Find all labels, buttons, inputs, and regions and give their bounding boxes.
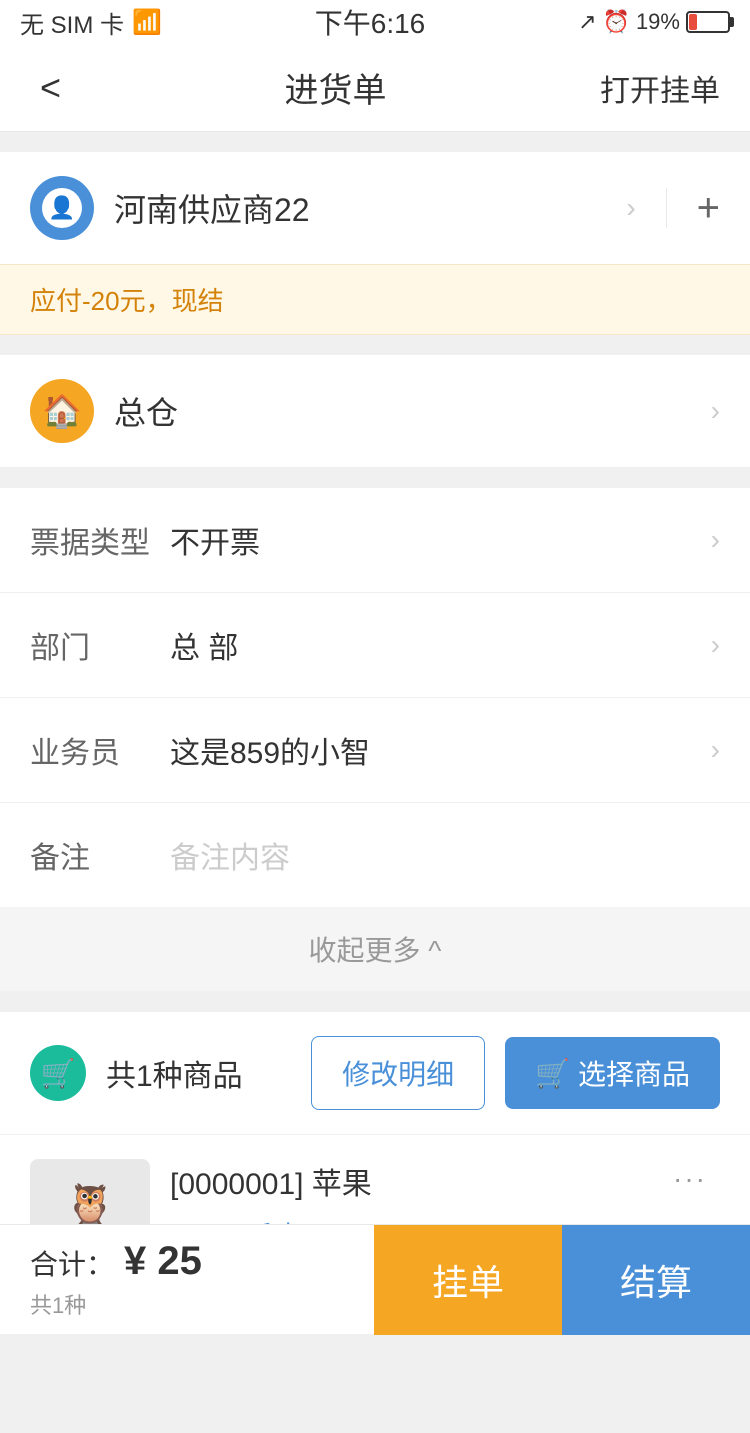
status-right: ↗ ⏰ 19% — [578, 9, 730, 35]
notice-text: 应付-20元，现结 — [30, 286, 224, 316]
collapse-bar[interactable]: 收起更多 ^ — [0, 907, 750, 991]
product-header: 🛒 共1种商品 修改明细 🛒 选择商品 — [0, 1011, 750, 1134]
checkout-label: 结算 — [620, 1254, 692, 1306]
invoice-label: 票据类型 — [30, 518, 170, 562]
suspend-label: 挂单 — [432, 1254, 504, 1306]
checkout-button[interactable]: 结算 — [562, 1225, 750, 1335]
invoice-chevron-icon: › — [711, 524, 720, 556]
section-gap-2 — [0, 335, 750, 355]
owl-icon: 🦉 — [65, 1181, 115, 1228]
suspend-button[interactable]: 挂单 — [374, 1225, 562, 1335]
select-product-label: 选择商品 — [578, 1053, 690, 1093]
back-button[interactable]: < — [30, 57, 71, 119]
product-name: [0000001] 苹果 — [170, 1159, 640, 1203]
supplier-row[interactable]: 👤 河南供应商22 › + — [0, 152, 750, 264]
open-suspend-button[interactable]: 打开挂单 — [600, 66, 720, 110]
invoice-value: 不开票 — [170, 518, 711, 562]
page-title: 进货单 — [285, 63, 387, 112]
section-gap-3 — [0, 467, 750, 487]
nav-bar: < 进货单 打开挂单 — [0, 44, 750, 132]
warehouse-row[interactable]: 🏠 总仓 › — [0, 355, 750, 467]
status-left: 无 SIM 卡 📶 — [20, 5, 162, 40]
section-gap-1 — [0, 132, 750, 152]
battery-icon — [686, 11, 730, 33]
product-more-button[interactable]: ··· — [660, 1159, 720, 1199]
salesman-chevron-icon: › — [711, 734, 720, 766]
warehouse-name: 总仓 — [114, 388, 711, 434]
product-count: 共1种商品 — [106, 1051, 291, 1095]
total-count: 共1种 — [30, 1288, 344, 1320]
product-id: [0000001] 苹果 — [170, 1168, 372, 1201]
warehouse-chevron-icon: › — [711, 395, 720, 427]
salesman-value: 这是859的小智 — [170, 728, 711, 772]
time-label: 下午6:16 — [315, 2, 426, 42]
alarm-icon: ⏰ — [603, 9, 630, 35]
salesman-row[interactable]: 业务员 这是859的小智 › — [0, 697, 750, 802]
footer-total-row: 合计： ¥ 25 — [30, 1239, 344, 1284]
more-dots-icon: ··· — [673, 1163, 707, 1195]
remark-label: 备注 — [30, 833, 170, 877]
footer-total: 合计： ¥ 25 共1种 — [0, 1239, 374, 1320]
remark-input[interactable]: 备注内容 — [170, 833, 720, 877]
battery-label: 19% — [636, 9, 680, 35]
edit-detail-button[interactable]: 修改明细 — [311, 1036, 485, 1110]
notice-bar: 应付-20元，现结 — [0, 264, 750, 335]
collapse-label: 收起更多 ^ — [309, 935, 442, 966]
department-row[interactable]: 部门 总 部 › — [0, 592, 750, 697]
select-product-button[interactable]: 🛒 选择商品 — [505, 1037, 720, 1109]
status-bar: 无 SIM 卡 📶 下午6:16 ↗ ⏰ 19% — [0, 0, 750, 44]
location-icon: ↗ — [578, 9, 596, 35]
total-amount: ¥ 25 — [124, 1239, 202, 1284]
form-section: 票据类型 不开票 › 部门 总 部 › 业务员 这是859的小智 › 备注 备注… — [0, 487, 750, 991]
footer: 合计： ¥ 25 共1种 挂单 结算 — [0, 1224, 750, 1334]
section-gap-4 — [0, 991, 750, 1011]
department-value: 总 部 — [170, 623, 711, 667]
department-label: 部门 — [30, 623, 170, 667]
warehouse-section: 🏠 总仓 › — [0, 355, 750, 467]
supplier-name: 河南供应商22 — [114, 185, 626, 231]
remark-row[interactable]: 备注 备注内容 — [0, 802, 750, 907]
supplier-section: 👤 河南供应商22 › + 应付-20元，现结 — [0, 152, 750, 335]
supplier-avatar: 👤 — [30, 176, 94, 240]
carrier-label: 无 SIM 卡 — [20, 5, 124, 40]
wifi-icon: 📶 — [132, 8, 162, 37]
supplier-divider — [666, 188, 667, 228]
add-supplier-button[interactable]: + — [697, 186, 720, 231]
department-chevron-icon: › — [711, 629, 720, 661]
warehouse-icon: 🏠 — [30, 379, 94, 443]
product-header-icon: 🛒 — [30, 1045, 86, 1101]
salesman-label: 业务员 — [30, 728, 170, 772]
avatar-icon: 👤 — [42, 188, 82, 228]
supplier-chevron-icon: › — [626, 192, 635, 224]
cart-icon: 🛒 — [535, 1057, 570, 1090]
total-label: 合计： — [30, 1243, 114, 1283]
invoice-row[interactable]: 票据类型 不开票 › — [0, 487, 750, 592]
